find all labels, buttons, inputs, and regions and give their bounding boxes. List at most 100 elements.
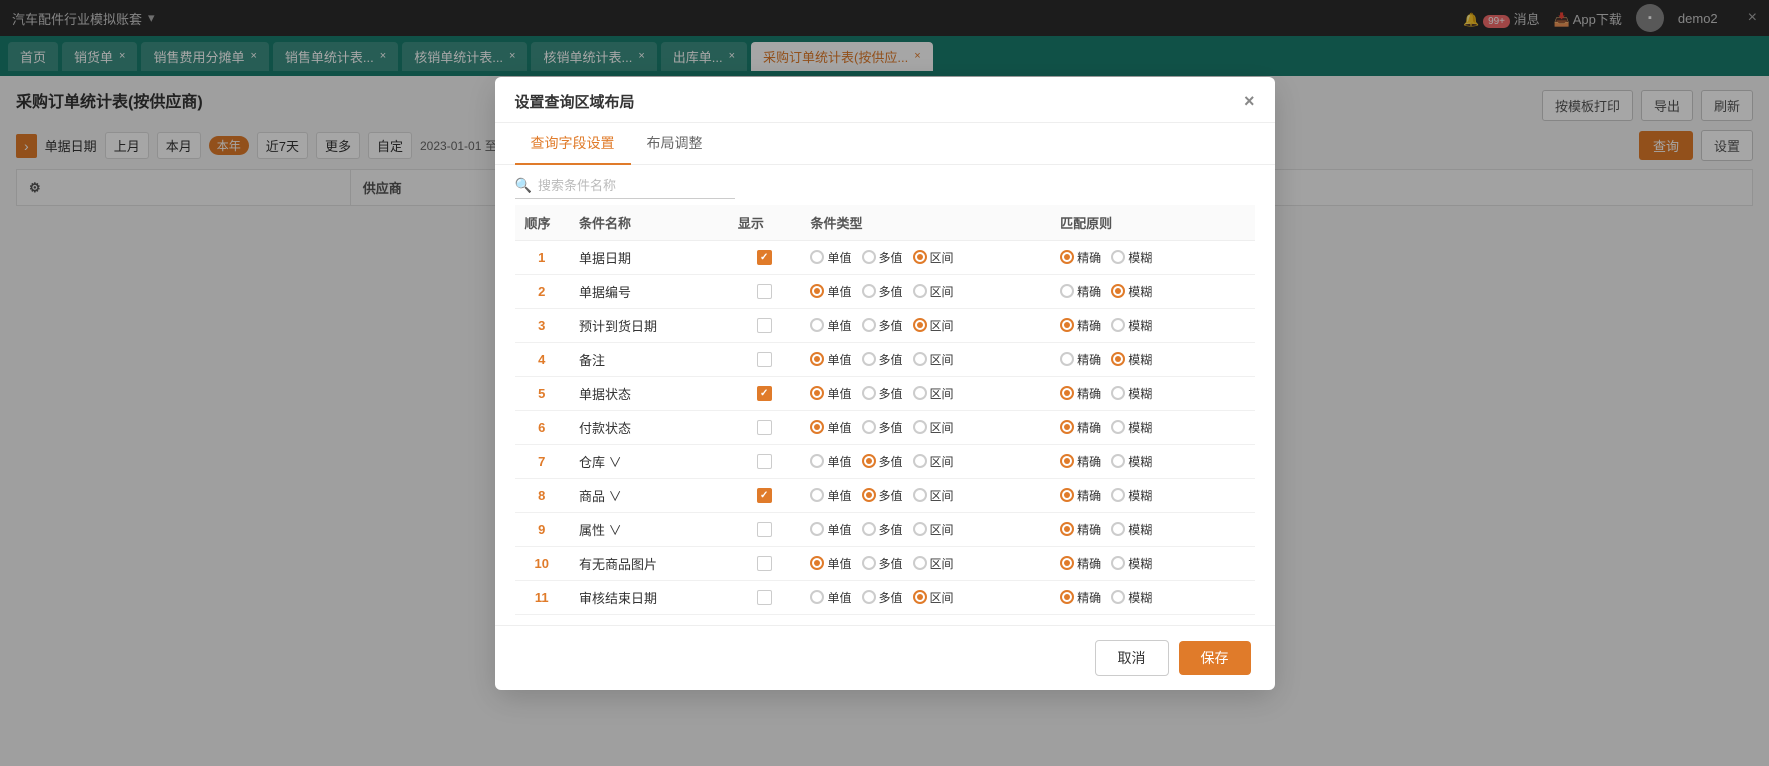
radio-exact[interactable]: 精确 [1060, 453, 1101, 470]
radio-exact[interactable]: 精确 [1060, 385, 1101, 402]
radio-fuzzy[interactable]: 模糊 [1111, 351, 1152, 368]
radio-multi[interactable]: 多值 [862, 487, 903, 504]
radio-exact[interactable]: 精确 [1060, 555, 1101, 572]
row-match: 精确模糊 [1050, 512, 1254, 546]
radio-fuzzy[interactable]: 模糊 [1111, 453, 1152, 470]
row-match: 精确模糊 [1050, 444, 1254, 478]
radio-fuzzy[interactable]: 模糊 [1111, 589, 1152, 606]
radio-fuzzy[interactable]: 模糊 [1111, 249, 1152, 266]
header-name: 条件名称 [569, 205, 728, 241]
row-type: 单值多值区间 [800, 342, 1050, 376]
radio-fuzzy[interactable]: 模糊 [1111, 385, 1152, 402]
radio-multi[interactable]: 多值 [862, 555, 903, 572]
checkbox-display[interactable] [757, 386, 772, 401]
checkbox-display[interactable] [757, 556, 772, 571]
table-row: 6付款状态单值多值区间精确模糊 [515, 410, 1255, 444]
radio-single[interactable]: 单值 [810, 351, 851, 368]
checkbox-display[interactable] [757, 454, 772, 469]
radio-single[interactable]: 单值 [810, 521, 851, 538]
checkbox-display[interactable] [757, 590, 772, 605]
radio-single[interactable]: 单值 [810, 453, 851, 470]
radio-fuzzy[interactable]: 模糊 [1111, 555, 1152, 572]
tab-fields[interactable]: 查询字段设置 [515, 123, 631, 165]
radio-single[interactable]: 单值 [810, 283, 851, 300]
radio-single[interactable]: 单值 [810, 249, 851, 266]
checkbox-display[interactable] [757, 284, 772, 299]
radio-exact[interactable]: 精确 [1060, 249, 1101, 266]
radio-single[interactable]: 单值 [810, 419, 851, 436]
radio-range[interactable]: 区间 [913, 283, 954, 300]
radio-multi[interactable]: 多值 [862, 351, 903, 368]
row-order: 8 [515, 478, 569, 512]
radio-fuzzy[interactable]: 模糊 [1111, 487, 1152, 504]
radio-multi[interactable]: 多值 [862, 453, 903, 470]
dialog-close-icon[interactable]: × [1244, 91, 1255, 112]
row-display-checkbox [728, 546, 801, 580]
header-match: 匹配原则 [1050, 205, 1254, 241]
radio-single[interactable]: 单值 [810, 589, 851, 606]
checkbox-display[interactable] [757, 420, 772, 435]
radio-range[interactable]: 区间 [913, 385, 954, 402]
row-match: 精确模糊 [1050, 410, 1254, 444]
tab-layout[interactable]: 布局调整 [631, 123, 719, 165]
table-row: 7仓库 ∨单值多值区间精确模糊 [515, 444, 1255, 478]
row-name: 商品 ∨ [569, 478, 728, 512]
table-row: 3预计到货日期单值多值区间精确模糊 [515, 308, 1255, 342]
checkbox-display[interactable] [757, 250, 772, 265]
cancel-button[interactable]: 取消 [1095, 640, 1169, 676]
row-display-checkbox [728, 376, 801, 410]
radio-range[interactable]: 区间 [913, 419, 954, 436]
radio-range[interactable]: 区间 [913, 555, 954, 572]
radio-multi[interactable]: 多值 [862, 385, 903, 402]
radio-exact[interactable]: 精确 [1060, 351, 1101, 368]
search-icon: 🔍 [515, 177, 532, 194]
row-name: 预计到货日期 [569, 308, 728, 342]
row-name: 单据日期 [569, 240, 728, 274]
radio-range[interactable]: 区间 [913, 351, 954, 368]
radio-fuzzy[interactable]: 模糊 [1111, 521, 1152, 538]
row-order: 7 [515, 444, 569, 478]
radio-exact[interactable]: 精确 [1060, 487, 1101, 504]
radio-range[interactable]: 区间 [913, 487, 954, 504]
row-display-checkbox [728, 308, 801, 342]
radio-multi[interactable]: 多值 [862, 249, 903, 266]
radio-fuzzy[interactable]: 模糊 [1111, 419, 1152, 436]
row-display-checkbox [728, 240, 801, 274]
dialog-footer: 取消 保存 [495, 625, 1275, 690]
radio-fuzzy[interactable]: 模糊 [1111, 283, 1152, 300]
radio-single[interactable]: 单值 [810, 385, 851, 402]
radio-exact[interactable]: 精确 [1060, 283, 1101, 300]
search-input[interactable] [538, 178, 718, 193]
radio-fuzzy[interactable]: 模糊 [1111, 317, 1152, 334]
radio-range[interactable]: 区间 [913, 521, 954, 538]
header-type: 条件类型 [800, 205, 1050, 241]
radio-multi[interactable]: 多值 [862, 521, 903, 538]
dialog-body: 顺序 条件名称 显示 条件类型 匹配原则 1单据日期单值多值区间精确模糊2单据编… [495, 205, 1275, 625]
table-row: 5单据状态单值多值区间精确模糊 [515, 376, 1255, 410]
radio-single[interactable]: 单值 [810, 317, 851, 334]
row-display-checkbox [728, 444, 801, 478]
row-match: 精确模糊 [1050, 308, 1254, 342]
radio-exact[interactable]: 精确 [1060, 521, 1101, 538]
radio-multi[interactable]: 多值 [862, 317, 903, 334]
radio-range[interactable]: 区间 [913, 453, 954, 470]
radio-single[interactable]: 单值 [810, 555, 851, 572]
radio-range[interactable]: 区间 [913, 317, 954, 334]
checkbox-display[interactable] [757, 522, 772, 537]
checkbox-display[interactable] [757, 318, 772, 333]
table-row: 11审核结束日期单值多值区间精确模糊 [515, 580, 1255, 614]
radio-exact[interactable]: 精确 [1060, 589, 1101, 606]
radio-multi[interactable]: 多值 [862, 589, 903, 606]
radio-range[interactable]: 区间 [913, 589, 954, 606]
row-type: 单值多值区间 [800, 546, 1050, 580]
radio-range[interactable]: 区间 [913, 249, 954, 266]
radio-single[interactable]: 单值 [810, 487, 851, 504]
radio-multi[interactable]: 多值 [862, 283, 903, 300]
row-order: 2 [515, 274, 569, 308]
radio-exact[interactable]: 精确 [1060, 419, 1101, 436]
checkbox-display[interactable] [757, 488, 772, 503]
radio-exact[interactable]: 精确 [1060, 317, 1101, 334]
radio-multi[interactable]: 多值 [862, 419, 903, 436]
save-button[interactable]: 保存 [1179, 641, 1251, 675]
checkbox-display[interactable] [757, 352, 772, 367]
